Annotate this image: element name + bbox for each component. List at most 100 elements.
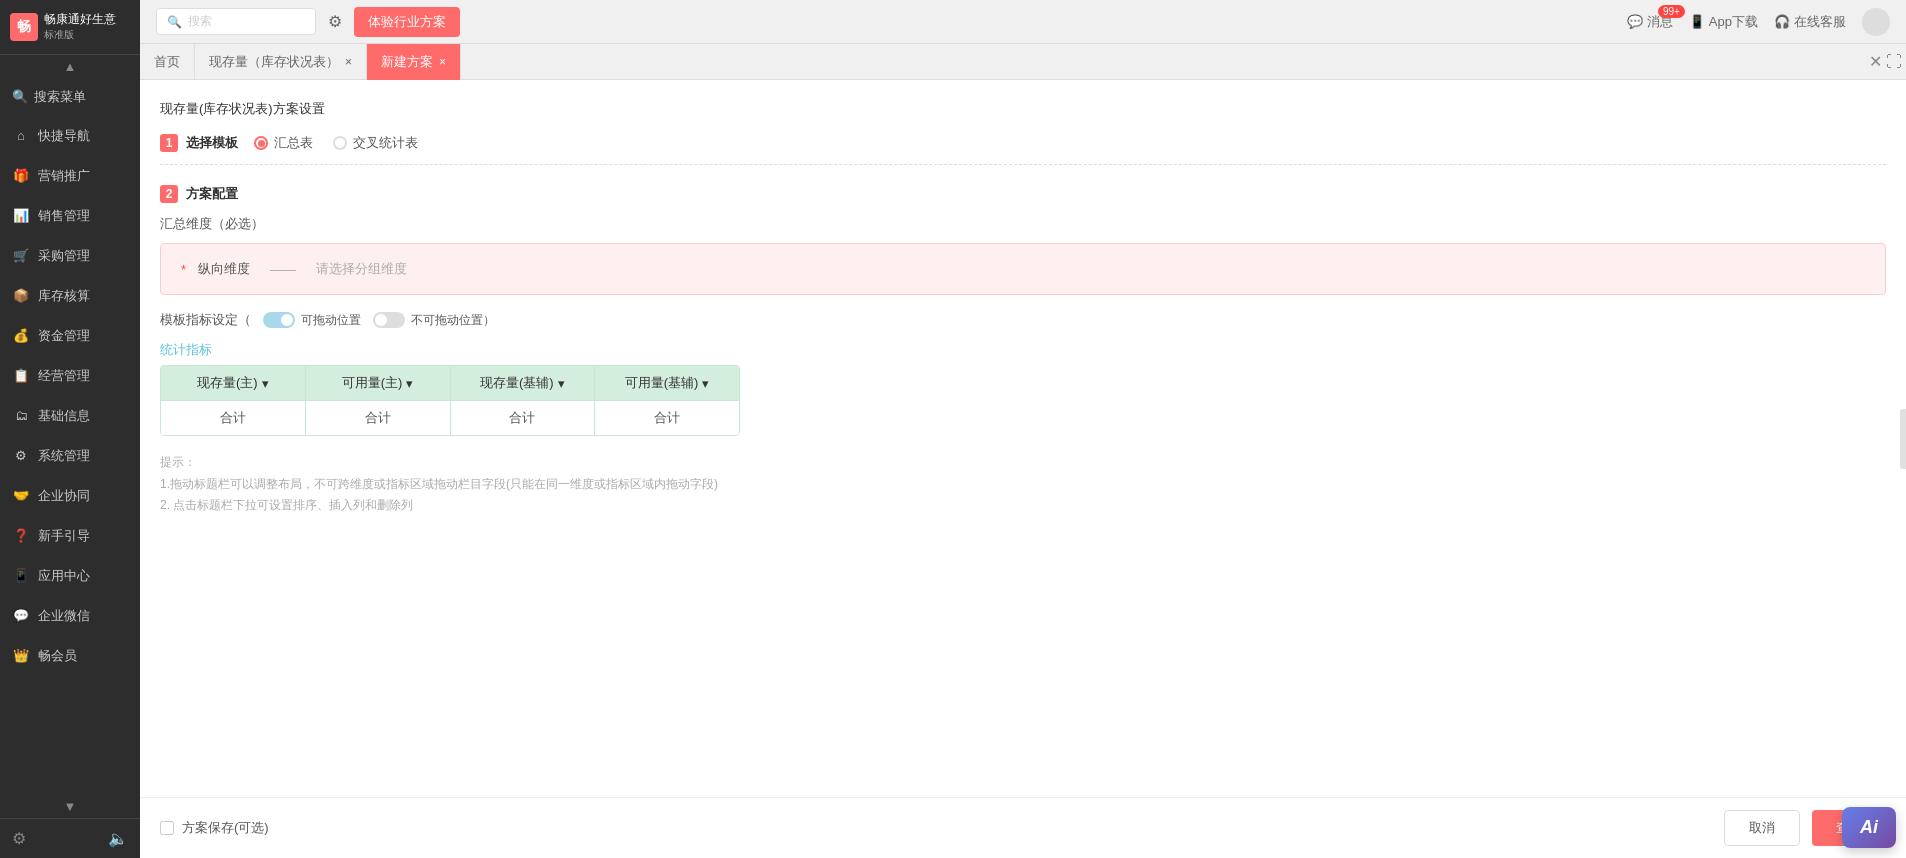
step1-title: 选择模板 <box>186 134 238 152</box>
sidebar-item-purchase[interactable]: 🛒 采购管理 <box>0 236 140 276</box>
step1-num: 1 <box>160 134 178 152</box>
gift-icon: 🎁 <box>12 167 30 185</box>
field-placeholder[interactable]: 请选择分组维度 <box>316 260 407 278</box>
experience-btn[interactable]: 体验行业方案 <box>354 7 460 37</box>
sidebar-item-basic-info[interactable]: 🗂 基础信息 <box>0 396 140 436</box>
cart-icon: 🛒 <box>12 247 30 265</box>
clipboard-icon: 📋 <box>12 367 30 385</box>
sidebar-item-quick-nav[interactable]: ⌂ 快捷导航 <box>0 116 140 156</box>
radio-cross-label: 交叉统计表 <box>353 134 418 152</box>
stats-col3-label: 现存量(基辅) <box>480 374 554 392</box>
required-star: * <box>181 262 186 277</box>
stats-col4-header[interactable]: 可用量(基辅) ▾ <box>595 366 739 400</box>
sidebar-item-wechat[interactable]: 💬 企业微信 <box>0 596 140 636</box>
app-edition: 标准版 <box>44 28 116 42</box>
tab-home[interactable]: 首页 <box>140 44 195 80</box>
tab-home-label: 首页 <box>154 53 180 71</box>
close-window-icon[interactable]: ✕ <box>1869 52 1882 71</box>
topbar-search[interactable]: 🔍 搜索 <box>156 8 316 35</box>
tab-new-scheme-label: 新建方案 <box>381 53 433 71</box>
step1-header: 1 选择模板 汇总表 交叉统计表 <box>160 134 1886 152</box>
stats-header: 现存量(主) ▾ 可用量(主) ▾ 现存量(基辅) ▾ <box>161 366 739 400</box>
sidebar-item-label: 畅会员 <box>38 647 77 665</box>
sidebar-scroll-down[interactable]: ▼ <box>0 795 140 818</box>
indicator-label: 模板指标设定（ 可拖动位置 不可拖动位置） <box>160 311 1886 329</box>
sidebar-search[interactable]: 🔍 搜索菜单 <box>0 78 140 116</box>
sidebar-scroll-up[interactable]: ▲ <box>0 55 140 78</box>
download-icon: 📱 <box>1689 14 1705 29</box>
save-checkbox-box[interactable] <box>160 821 174 835</box>
sidebar-item-label: 企业微信 <box>38 607 90 625</box>
step1-divider <box>160 164 1886 165</box>
save-checkbox[interactable]: 方案保存(可选) <box>160 819 1714 837</box>
ai-floating-button[interactable]: Ai <box>1842 807 1896 848</box>
tip-item-1: 1.拖动标题栏可以调整布局，不可跨维度或指标区域拖动栏目字段(只能在同一维度或指… <box>160 474 1886 496</box>
topbar-gear-icon[interactable]: ⚙ <box>328 12 342 31</box>
sidebar-nav: ⌂ 快捷导航 🎁 营销推广 📊 销售管理 🛒 采购管理 📦 库存核算 💰 资金管… <box>0 116 140 795</box>
stats-col4-value: 合计 <box>595 401 739 435</box>
expand-window-icon[interactable]: ⛶ <box>1886 53 1902 71</box>
app-download-btn[interactable]: 📱 App下载 <box>1689 13 1758 31</box>
question-icon: ❓ <box>12 527 30 545</box>
draggable-toggle[interactable]: 可拖动位置 <box>263 312 361 329</box>
stats-row: 合计 合计 合计 合计 <box>161 400 739 435</box>
radio-summary-circle <box>254 136 268 150</box>
cancel-button[interactable]: 取消 <box>1724 810 1800 846</box>
sidebar-item-sales[interactable]: 📊 销售管理 <box>0 196 140 236</box>
tab-inventory-close[interactable]: × <box>345 55 352 69</box>
radio-cross[interactable]: 交叉统计表 <box>333 134 418 152</box>
non-draggable-toggle: 不可拖动位置） <box>373 312 495 329</box>
stats-col1-header[interactable]: 现存量(主) ▾ <box>161 366 306 400</box>
app-logo: 畅 畅康通好生意 标准版 <box>0 0 140 55</box>
bottom-bar: 方案保存(可选) 取消 查询 <box>140 797 1906 858</box>
topbar-left: 🔍 搜索 ⚙ 体验行业方案 <box>156 7 460 37</box>
search-icon: 🔍 <box>167 15 182 29</box>
topbar-right: 💬 消息 99+ 📱 App下载 🎧 在线客服 <box>1627 8 1890 36</box>
sidebar-item-operations[interactable]: 📋 经营管理 <box>0 356 140 396</box>
chevron-down-icon: ▾ <box>558 376 565 391</box>
sidebar-item-inventory[interactable]: 📦 库存核算 <box>0 276 140 316</box>
sidebar-item-contract[interactable]: 🤝 企业协同 <box>0 476 140 516</box>
sidebar-item-newbie[interactable]: ❓ 新手引导 <box>0 516 140 556</box>
tab-new-scheme[interactable]: 新建方案 × <box>367 44 461 80</box>
sidebar-item-label: 快捷导航 <box>38 127 90 145</box>
tabs-bar: 首页 现存量（库存状况表） × 新建方案 × ✕ ⛶ <box>140 44 1906 80</box>
tab-inventory-label: 现存量（库存状况表） <box>209 53 339 71</box>
message-btn[interactable]: 💬 消息 99+ <box>1627 13 1673 31</box>
folder-icon: 🗂 <box>12 407 30 425</box>
sidebar-search-label: 搜索菜单 <box>34 88 86 106</box>
search-icon: 🔍 <box>12 89 28 104</box>
settings-icon[interactable]: ⚙ <box>12 829 26 848</box>
online-service-btn[interactable]: 🎧 在线客服 <box>1774 13 1846 31</box>
sidebar-item-system[interactable]: ⚙ 系统管理 <box>0 436 140 476</box>
stats-col2-label: 可用量(主) <box>342 374 403 392</box>
page-title: 现存量(库存状况表)方案设置 <box>160 100 1886 118</box>
stats-col3-header[interactable]: 现存量(基辅) ▾ <box>451 366 596 400</box>
sidebar-item-label: 新手引导 <box>38 527 90 545</box>
sound-icon[interactable]: 🔈 <box>108 829 128 848</box>
required-field-area: * 纵向维度 —— 请选择分组维度 <box>160 243 1886 295</box>
summary-dimension-label: 汇总维度（必选） <box>160 215 1886 233</box>
sidebar-item-member[interactable]: 👑 畅会员 <box>0 636 140 676</box>
chart-icon: 📊 <box>12 207 30 225</box>
required-field: * 纵向维度 —— 请选择分组维度 <box>181 260 1865 278</box>
sidebar-item-finance[interactable]: 💰 资金管理 <box>0 316 140 356</box>
gear-icon: ⚙ <box>12 447 30 465</box>
tab-inventory-status[interactable]: 现存量（库存状况表） × <box>195 44 367 80</box>
user-avatar[interactable] <box>1862 8 1890 36</box>
field-separator: —— <box>270 262 296 277</box>
template-radio-group: 汇总表 交叉统计表 <box>254 134 418 152</box>
crown-icon: 👑 <box>12 647 30 665</box>
radio-summary[interactable]: 汇总表 <box>254 134 313 152</box>
sidebar-item-marketing[interactable]: 🎁 营销推广 <box>0 156 140 196</box>
step2-num: 2 <box>160 185 178 203</box>
sidebar-bottom: ⚙ 🔈 <box>0 818 140 858</box>
chevron-down-icon: ▾ <box>702 376 709 391</box>
stats-col2-header[interactable]: 可用量(主) ▾ <box>306 366 451 400</box>
sidebar-item-app-center[interactable]: 📱 应用中心 <box>0 556 140 596</box>
right-resize-handle[interactable] <box>1900 409 1906 469</box>
save-label: 方案保存(可选) <box>182 819 269 837</box>
topbar: 🔍 搜索 ⚙ 体验行业方案 💬 消息 99+ 📱 App下载 🎧 在线客服 <box>140 0 1906 44</box>
sidebar-item-label: 应用中心 <box>38 567 90 585</box>
tab-new-scheme-close[interactable]: × <box>439 55 446 69</box>
